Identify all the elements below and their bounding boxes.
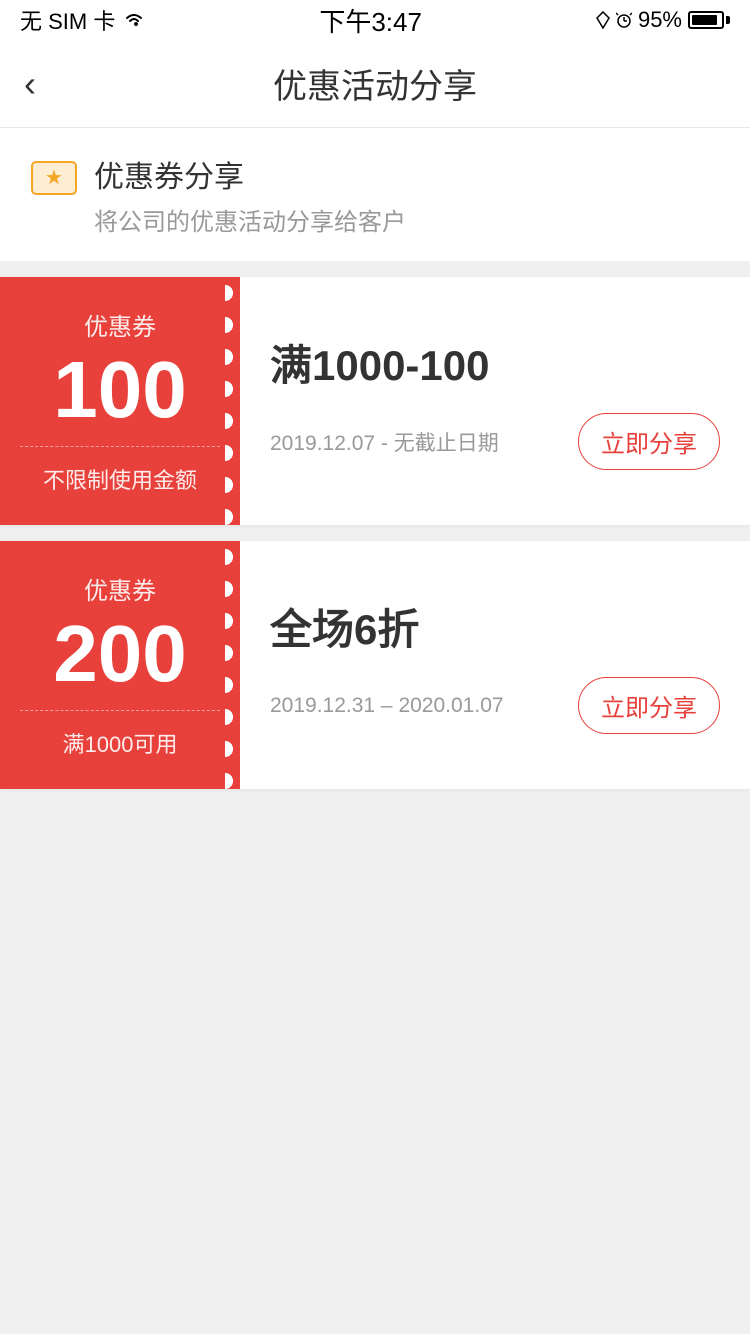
share-button-2[interactable]: 立即分享 <box>578 677 720 734</box>
coupon-left-2: 优惠券 200 满1000可用 <box>0 541 240 789</box>
status-time: 下午3:47 <box>319 2 422 39</box>
coupon-share-icon: ★ <box>30 154 78 202</box>
coupon-date-2: 2019.12.31 – 2020.01.07 <box>270 694 504 718</box>
coupon-list: 优惠券 100 不限制使用金额 满1000-100 2019.12.07 - 无… <box>0 277 750 789</box>
section-text: 优惠券分享 将公司的优惠活动分享给客户 <box>94 152 406 237</box>
coupon-name-2: 全场6折 <box>270 596 720 657</box>
coupon-amount-2: 200 <box>53 614 186 694</box>
coupon-divider-1 <box>20 446 220 447</box>
section-header: ★ 优惠券分享 将公司的优惠活动分享给客户 <box>0 128 750 261</box>
no-sim-label: 无 SIM 卡 <box>20 4 115 36</box>
coupon-right-2: 全场6折 2019.12.31 – 2020.01.07 立即分享 <box>240 541 750 789</box>
coupon-condition-2: 满1000可用 <box>63 727 178 759</box>
coupon-card-2: 优惠券 200 满1000可用 全场6折 2019.12.31 – 2020.0… <box>0 541 750 789</box>
location-icon <box>596 11 610 29</box>
status-left: 无 SIM 卡 <box>20 4 145 36</box>
coupon-condition-1: 不限制使用金额 <box>43 463 197 495</box>
alarm-icon <box>616 11 632 29</box>
coupon-name-1: 满1000-100 <box>270 332 720 393</box>
page-content: ★ 优惠券分享 将公司的优惠活动分享给客户 优惠券 100 不限制使用金额 满1… <box>0 128 750 789</box>
coupon-divider-2 <box>20 710 220 711</box>
coupon-label-2: 优惠券 <box>84 571 156 606</box>
coupon-right-1: 满1000-100 2019.12.07 - 无截止日期 立即分享 <box>240 277 750 525</box>
section-title: 优惠券分享 <box>94 152 406 196</box>
coupon-card-1: 优惠券 100 不限制使用金额 满1000-100 2019.12.07 - 无… <box>0 277 750 525</box>
coupon-date-1: 2019.12.07 - 无截止日期 <box>270 427 499 457</box>
battery-percent: 95% <box>638 7 682 33</box>
nav-bar: ‹ 优惠活动分享 <box>0 40 750 128</box>
back-button[interactable]: ‹ <box>24 63 36 105</box>
status-bar: 无 SIM 卡 下午3:47 95% <box>0 0 750 40</box>
svg-text:★: ★ <box>45 167 63 189</box>
status-right: 95% <box>596 7 730 33</box>
share-button-1[interactable]: 立即分享 <box>578 413 720 470</box>
coupon-label-1: 优惠券 <box>84 307 156 342</box>
coupon-meta-2: 2019.12.31 – 2020.01.07 立即分享 <box>270 677 720 734</box>
coupon-meta-1: 2019.12.07 - 无截止日期 立即分享 <box>270 413 720 470</box>
coupon-amount-1: 100 <box>53 350 186 430</box>
coupon-left-1: 优惠券 100 不限制使用金额 <box>0 277 240 525</box>
section-subtitle: 将公司的优惠活动分享给客户 <box>94 202 406 237</box>
battery-icon <box>688 11 730 29</box>
page-title: 优惠活动分享 <box>273 59 477 108</box>
wifi-icon <box>123 12 145 28</box>
